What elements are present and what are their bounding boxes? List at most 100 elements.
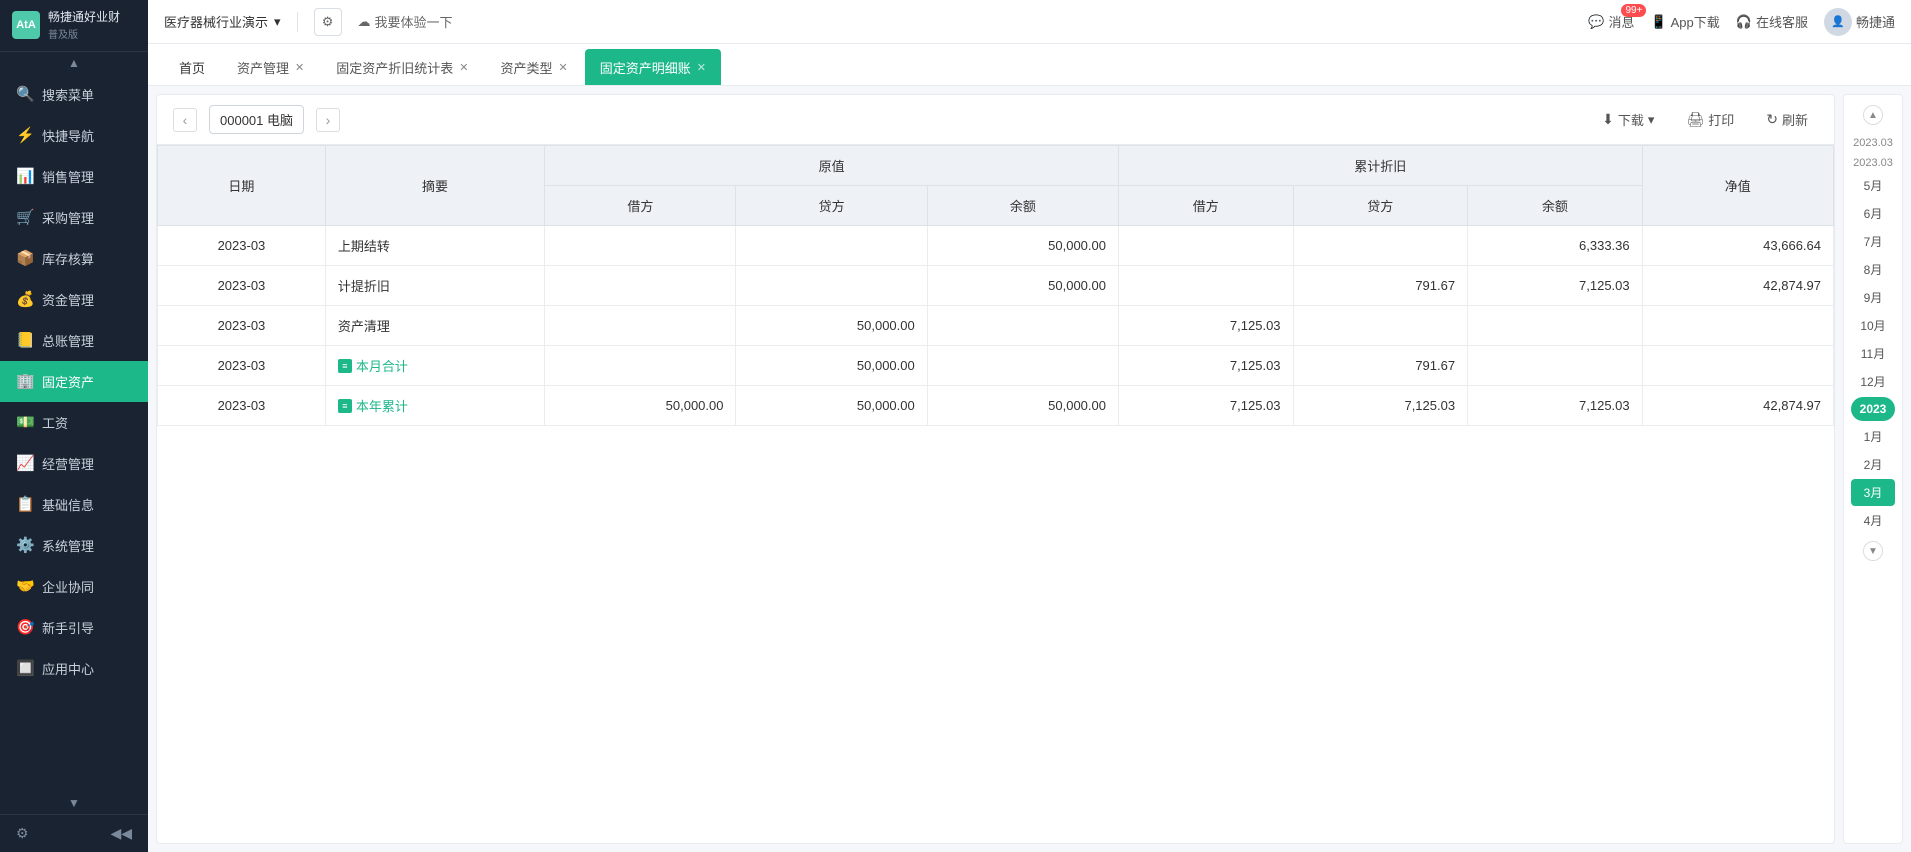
sidebar-item-ledger[interactable]: 📒总账管理 [0,320,148,361]
cell-orig-balance: 50,000.00 [927,386,1118,426]
tab-depreciation-stat[interactable]: 固定资产折旧统计表 ✕ [321,49,483,85]
online-service-button[interactable]: 🎧 在线客服 [1736,12,1808,31]
tab-home-label: 首页 [179,58,205,77]
cell-accum-credit: 791.67 [1293,346,1468,386]
sidebar-label-sales: 销售管理 [42,167,94,186]
table-row: 2023-03 ≡ 本年累计 50,000.00 50,000.00 50,00… [158,386,1834,426]
calendar-month[interactable]: 12月 [1851,368,1895,395]
cell-orig-balance [927,346,1118,386]
sidebar-scroll-down[interactable]: ▼ [0,792,148,814]
sidebar-item-basic-info[interactable]: 📋基础信息 [0,484,148,525]
sidebar-item-system[interactable]: ⚙️系统管理 [0,525,148,566]
cell-accum-credit: 791.67 [1293,266,1468,306]
calendar-month[interactable]: 8月 [1851,256,1895,283]
print-button[interactable]: 🖨 打印 [1676,105,1744,134]
content-area: ‹ 000001 电脑 › ⬇ 下载 ▾ 🖨 打印 ↻ 刷新 [148,86,1911,852]
calendar-month[interactable]: 7月 [1851,228,1895,255]
company-selector[interactable]: 医疗器械行业演示 ▾ [164,12,281,31]
experience-button[interactable]: ☁ 我要体验一下 [358,12,453,31]
user-profile[interactable]: 👤 畅捷通 [1824,8,1895,36]
cell-accum-credit [1293,226,1468,266]
calendar-months-before: 5月6月7月8月9月10月11月12月 [1851,171,1895,396]
tab-asset-detail[interactable]: 固定资产明细账 ✕ [585,49,721,85]
calendar-month[interactable]: 3月 [1851,479,1895,506]
cell-orig-credit: 50,000.00 [736,386,927,426]
sidebar-item-payroll[interactable]: 💵工资 [0,402,148,443]
experience-label: 我要体验一下 [375,12,453,31]
cell-summary: 上期结转 [325,226,544,266]
calendar-year-2023[interactable]: 2023 [1851,397,1895,421]
calendar-month[interactable]: 2月 [1851,451,1895,478]
next-asset-button[interactable]: › [316,108,340,132]
calendar-month[interactable]: 1月 [1851,423,1895,450]
sidebar-label-guide: 新手引导 [42,618,94,637]
service-icon: 🎧 [1736,14,1752,30]
sidebar-item-purchase[interactable]: 🛒采购管理 [0,197,148,238]
calendar-month[interactable]: 9月 [1851,284,1895,311]
calendar-up-button[interactable]: ▲ [1863,105,1883,125]
sidebar-item-apps[interactable]: 🔲应用中心 [0,648,148,689]
sidebar-item-quicknav[interactable]: ⚡快捷导航 [0,115,148,156]
cell-orig-credit: 50,000.00 [736,306,927,346]
download-icon: ⬇ [1602,111,1614,128]
sidebar-item-inventory[interactable]: 📦库存核算 [0,238,148,279]
sidebar-item-sales[interactable]: 📊 销售管理 [0,156,148,197]
cell-accum-balance: 7,125.03 [1468,386,1643,426]
tab-home[interactable]: 首页 [164,49,220,85]
cell-orig-credit [736,226,927,266]
message-button[interactable]: 💬 消息 99+ [1588,12,1634,31]
col-orig-balance: 余额 [927,186,1118,226]
sidebar-item-search[interactable]: 🔍搜索菜单 [0,74,148,115]
sidebar-label-ledger: 总账管理 [42,331,94,350]
cell-summary: 计提折旧 [325,266,544,306]
tab-depreciation-stat-close[interactable]: ✕ [459,61,468,74]
experience-icon: ☁ [358,14,371,30]
company-settings-button[interactable]: ⚙ [314,8,342,36]
col-summary: 摘要 [325,146,544,226]
sidebar-item-capital[interactable]: 💰资金管理 [0,279,148,320]
cell-net-value: 42,874.97 [1642,266,1833,306]
tab-depreciation-stat-label: 固定资产折旧统计表 [336,58,453,77]
calendar-month[interactable]: 10月 [1851,312,1895,339]
calendar-month[interactable]: 11月 [1851,340,1895,367]
calendar-down-button[interactable]: ▼ [1863,541,1883,561]
tab-asset-detail-close[interactable]: ✕ [697,61,706,74]
sidebar-item-operations[interactable]: 📈经营管理 [0,443,148,484]
sidebar-item-fixed-assets[interactable]: 🏢固定资产 [0,361,148,402]
calendar-month[interactable]: 4月 [1851,507,1895,534]
cell-date: 2023-03 [158,266,326,306]
tab-asset-type-close[interactable]: ✕ [559,61,568,74]
cell-accum-credit: 7,125.03 [1293,386,1468,426]
prev-asset-button[interactable]: ‹ [173,108,197,132]
calendar-month[interactable]: 5月 [1851,172,1895,199]
sidebar-scroll-up[interactable]: ▲ [0,52,148,74]
sidebar-icon-inventory: 📦 [16,249,34,267]
refresh-button[interactable]: ↻ 刷新 [1756,105,1818,134]
calendar-month[interactable]: 6月 [1851,200,1895,227]
settings-icon[interactable]: ⚙ [16,825,29,842]
tab-asset-mgmt[interactable]: 资产管理 ✕ [222,49,319,85]
cell-orig-debit [545,266,736,306]
refresh-icon: ↻ [1766,111,1778,128]
col-original-value: 原值 [545,146,1119,186]
cell-date: 2023-03 [158,226,326,266]
cell-orig-balance: 50,000.00 [927,226,1118,266]
sidebar-icon-capital: 💰 [16,290,34,308]
company-dropdown-icon: ▾ [274,14,281,30]
sidebar-item-guide[interactable]: 🎯新手引导 [0,607,148,648]
collapse-icon[interactable]: ◀◀ [110,825,132,842]
company-name: 医疗器械行业演示 [164,12,268,31]
calendar-panel: ▲ 2023.03 2023.03 5月6月7月8月9月10月11月12月 20… [1843,94,1903,844]
tab-asset-type[interactable]: 资产类型 ✕ [485,49,582,85]
sidebar-icon-apps: 🔲 [16,659,34,677]
asset-code-display: 000001 电脑 [209,105,304,134]
download-button[interactable]: ⬇ 下载 ▾ [1592,105,1664,134]
sidebar-icon-basic-info: 📋 [16,495,34,513]
cell-accum-debit [1118,266,1293,306]
toolbar-right: ⬇ 下载 ▾ 🖨 打印 ↻ 刷新 [1592,105,1818,134]
sidebar-icon-sales: 📊 [16,167,34,185]
panel-toolbar: ‹ 000001 电脑 › ⬇ 下载 ▾ 🖨 打印 ↻ 刷新 [157,95,1834,145]
app-download-button[interactable]: 📱 App下载 [1650,12,1719,31]
sidebar-item-enterprise[interactable]: 🤝企业协同 [0,566,148,607]
tab-asset-mgmt-close[interactable]: ✕ [295,61,304,74]
